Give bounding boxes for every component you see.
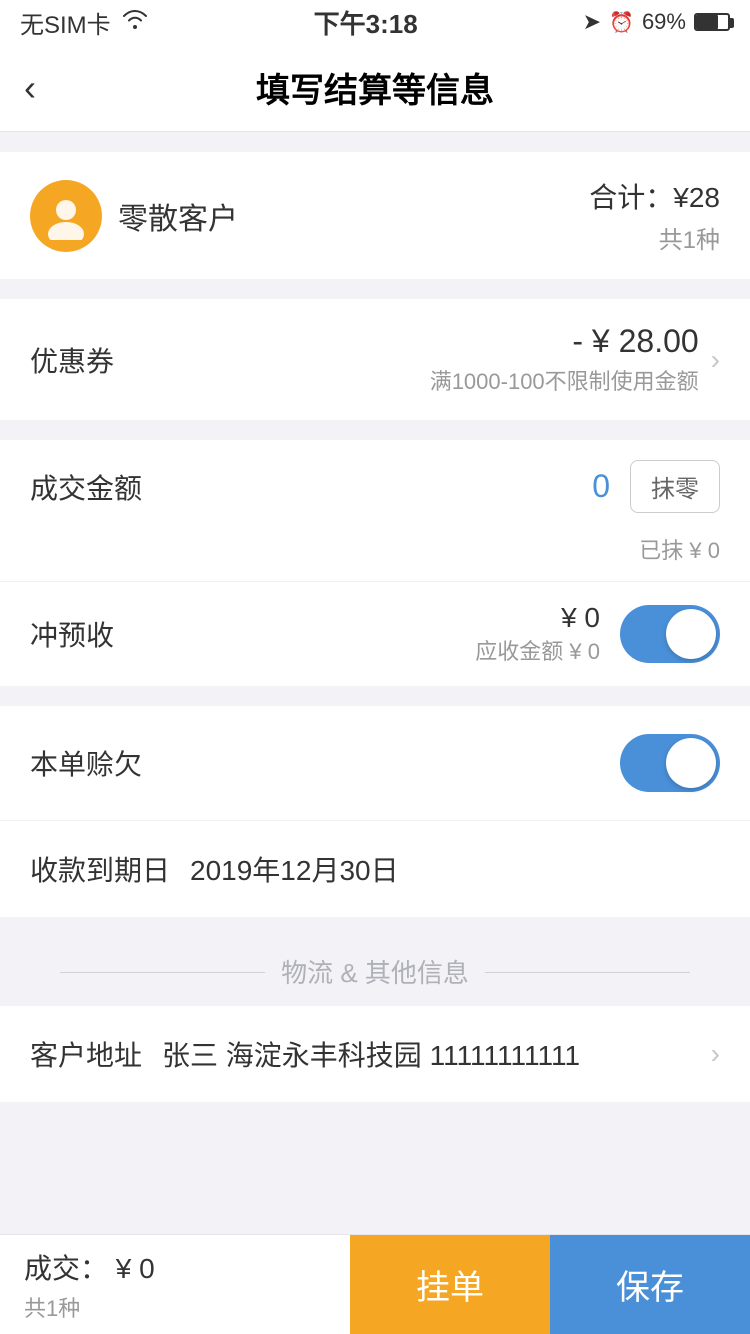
customer-section: 零散客户 合计：¥28 共1种	[0, 152, 750, 279]
battery-label: 69%	[642, 9, 686, 35]
bottom-deal-row: 成交： ¥ 0	[24, 1247, 326, 1287]
prepay-toggle-knob	[666, 609, 716, 659]
total-amount: 合计：¥28	[589, 176, 720, 216]
logistics-divider: 物流 & 其他信息	[0, 937, 750, 1006]
coupon-desc: 满1000-100不限制使用金额	[430, 364, 699, 396]
hold-order-button[interactable]: 挂单	[350, 1235, 550, 1334]
customer-left: 零散客户	[30, 180, 238, 252]
nav-bar: ‹ 填写结算等信息	[0, 44, 750, 132]
bottom-info: 成交： ¥ 0 共1种	[0, 1235, 350, 1334]
due-date-label: 收款到期日	[30, 849, 170, 889]
bottom-deal-value: ¥ 0	[116, 1253, 155, 1284]
address-label: 客户地址	[30, 1034, 142, 1074]
status-bar: 无SIM卡 下午3:18 ➤ ⏰ 69%	[0, 0, 750, 44]
divider-text: 物流 & 其他信息	[265, 953, 485, 990]
prepay-right: ¥ 0 应收金额 ¥ 0	[475, 602, 720, 666]
coupon-discount: - ¥ 28.00	[430, 323, 699, 360]
total-count: 共1种	[589, 220, 720, 255]
carrier-label: 无SIM卡	[20, 5, 111, 40]
address-section: 客户地址 张三 海淀永丰科技园 11111111111 ›	[0, 1006, 750, 1102]
coupon-row[interactable]: 优惠券 - ¥ 28.00 满1000-100不限制使用金额 ›	[0, 299, 750, 420]
coupon-label: 优惠券	[30, 340, 114, 380]
customer-right: 合计：¥28 共1种	[589, 176, 720, 255]
coupon-chevron-icon: ›	[711, 344, 720, 376]
coupon-right: - ¥ 28.00 满1000-100不限制使用金额 ›	[430, 323, 720, 396]
wifi-icon	[121, 8, 149, 36]
deal-amount-label: 成交金额	[30, 467, 142, 507]
save-button[interactable]: 保存	[550, 1235, 750, 1334]
customer-avatar	[30, 180, 102, 252]
due-date-row: 收款到期日 2019年12月30日	[0, 821, 750, 917]
prepay-row: 冲预收 ¥ 0 应收金额 ¥ 0	[0, 582, 750, 686]
credit-label: 本单赊欠	[30, 743, 142, 783]
status-time: 下午3:18	[314, 4, 418, 41]
credit-toggle[interactable]	[620, 734, 720, 792]
round-zero-button[interactable]: 抹零	[630, 460, 720, 513]
prepay-amount: ¥ 0	[475, 602, 600, 634]
address-chevron-icon: ›	[711, 1038, 720, 1070]
status-right: ➤ ⏰ 69%	[583, 9, 730, 35]
prepay-toggle[interactable]	[620, 605, 720, 663]
page-title: 填写结算等信息	[256, 63, 494, 112]
deal-section: 成交金额 0 抹零 已抹 ¥ 0 冲预收 ¥ 0 应收金额 ¥ 0	[0, 440, 750, 686]
prepay-sub-text: 应收金额 ¥ 0	[475, 634, 600, 666]
alarm-icon: ⏰	[609, 10, 634, 35]
battery-icon	[694, 13, 730, 31]
due-date-value: 2019年12月30日	[190, 849, 399, 889]
deal-amount-value: 0	[592, 468, 610, 505]
credit-row: 本单赊欠	[0, 706, 750, 820]
bottom-count: 共1种	[24, 1291, 326, 1323]
address-row[interactable]: 客户地址 张三 海淀永丰科技园 11111111111 ›	[0, 1006, 750, 1102]
deal-amount-right: 0 抹零	[592, 460, 720, 513]
prepay-label: 冲预收	[30, 614, 114, 654]
credit-toggle-knob	[666, 738, 716, 788]
back-button[interactable]: ‹	[24, 67, 36, 109]
coupon-section: 优惠券 - ¥ 28.00 满1000-100不限制使用金额 ›	[0, 299, 750, 420]
prepay-amount-block: ¥ 0 应收金额 ¥ 0	[475, 602, 600, 666]
address-value: 张三 海淀永丰科技园 11111111111	[162, 1034, 711, 1074]
location-icon: ➤	[583, 9, 601, 35]
bottom-deal-label: 成交：	[24, 1253, 108, 1284]
deal-amount-row: 成交金额 0 抹零	[0, 440, 750, 533]
deal-sub-text: 已抹 ¥ 0	[0, 533, 750, 581]
status-left: 无SIM卡	[20, 5, 149, 40]
bottom-bar: 成交： ¥ 0 共1种 挂单 保存	[0, 1234, 750, 1334]
customer-row: 零散客户 合计：¥28 共1种	[0, 152, 750, 279]
customer-name: 零散客户	[118, 194, 238, 238]
credit-section: 本单赊欠 收款到期日 2019年12月30日	[0, 706, 750, 917]
